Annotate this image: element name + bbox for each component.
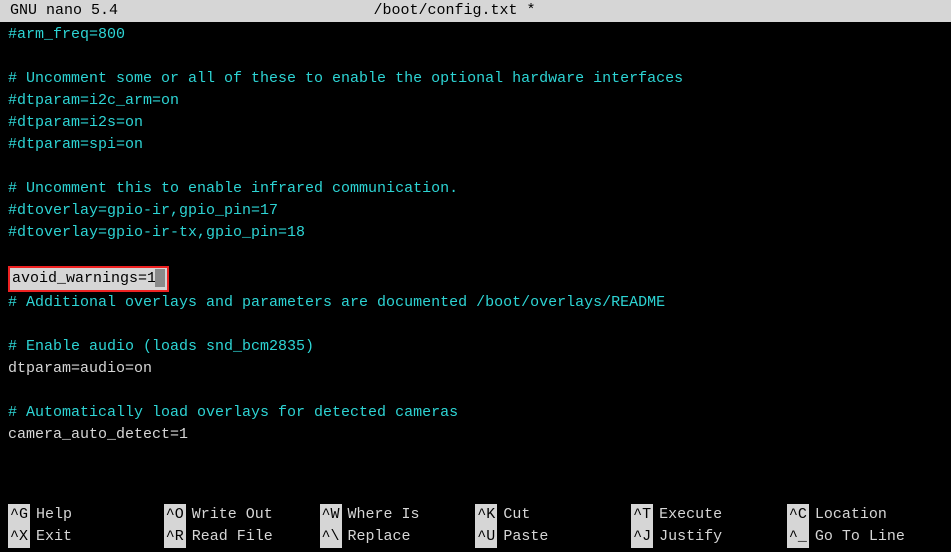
config-line: # Enable audio (loads snd_bcm2835): [8, 336, 943, 358]
config-line: dtparam=audio=on: [8, 358, 943, 380]
shortcut-go-to-line[interactable]: ^_Go To Line: [787, 526, 943, 548]
app-name: GNU nano 5.4: [10, 0, 118, 22]
edited-text: avoid_warnings=1: [8, 266, 169, 292]
shortcut-justify[interactable]: ^JJustify: [631, 526, 787, 548]
shortcut-help[interactable]: ^GHelp: [8, 504, 164, 526]
config-line: #dtparam=i2s=on: [8, 112, 943, 134]
shortcut-bar: ^GHelp ^OWrite Out ^WWhere Is ^KCut ^TEx…: [0, 504, 951, 548]
shortcut-location[interactable]: ^CLocation: [787, 504, 943, 526]
shortcut-row-2: ^XExit ^RRead File ^\Replace ^UPaste ^JJ…: [8, 526, 943, 548]
shortcut-cut[interactable]: ^KCut: [475, 504, 631, 526]
shortcut-row-1: ^GHelp ^OWrite Out ^WWhere Is ^KCut ^TEx…: [8, 504, 943, 526]
config-line: #dtparam=i2c_arm=on: [8, 90, 943, 112]
title-bar: GNU nano 5.4 /boot/config.txt *: [0, 0, 951, 22]
shortcut-paste[interactable]: ^UPaste: [475, 526, 631, 548]
file-name: /boot/config.txt *: [118, 0, 791, 22]
shortcut-exit[interactable]: ^XExit: [8, 526, 164, 548]
shortcut-read-file[interactable]: ^RRead File: [164, 526, 320, 548]
highlighted-line: avoid_warnings=1: [8, 266, 943, 292]
shortcut-execute[interactable]: ^TExecute: [631, 504, 787, 526]
editor-content[interactable]: #arm_freq=800 # Uncomment some or all of…: [0, 22, 951, 448]
shortcut-replace[interactable]: ^\Replace: [320, 526, 476, 548]
config-line: # Uncomment this to enable infrared comm…: [8, 178, 943, 200]
config-line: camera_auto_detect=1: [8, 424, 943, 446]
config-line: # Additional overlays and parameters are…: [8, 292, 943, 314]
config-line: # Automatically load overlays for detect…: [8, 402, 943, 424]
config-line: #dtoverlay=gpio-ir-tx,gpio_pin=18: [8, 222, 943, 244]
config-line: # Uncomment some or all of these to enab…: [8, 68, 943, 90]
config-line: #dtparam=spi=on: [8, 134, 943, 156]
shortcut-write-out[interactable]: ^OWrite Out: [164, 504, 320, 526]
config-line: #dtoverlay=gpio-ir,gpio_pin=17: [8, 200, 943, 222]
shortcut-where-is[interactable]: ^WWhere Is: [320, 504, 476, 526]
config-line: #arm_freq=800: [8, 24, 943, 46]
cursor: [155, 269, 165, 287]
